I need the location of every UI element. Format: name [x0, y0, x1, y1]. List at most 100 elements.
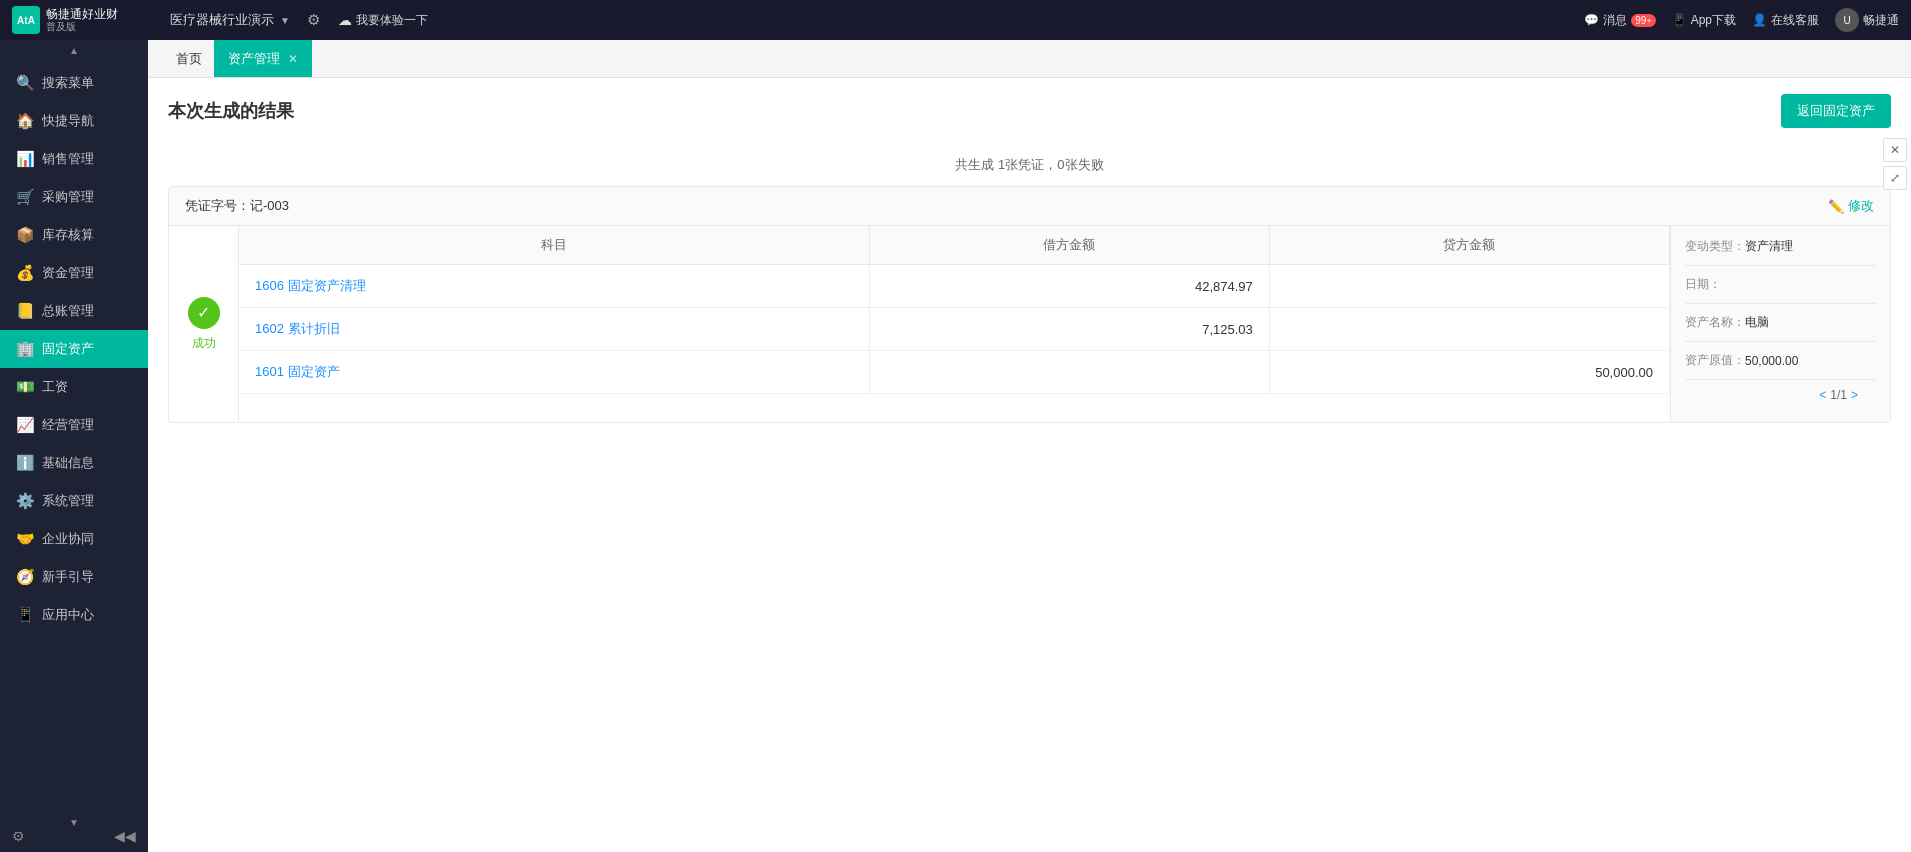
sidebar-item-label: 总账管理	[42, 302, 94, 320]
sidebar-item-label: 固定资产	[42, 340, 94, 358]
voucher-header: 凭证字号：记-003 ✏️ 修改	[169, 187, 1890, 226]
status-text: 成功	[192, 335, 216, 352]
sidebar-item-purchase[interactable]: 🛒 采购管理	[0, 178, 148, 216]
edit-icon: ✏️	[1828, 199, 1844, 214]
logo-title: 畅捷通好业财	[46, 7, 118, 21]
top-header: AtA 畅捷通好业财 普及版 医疗器械行业演示 ▼ ⚙ ☁ 我要体验一下 💬 消…	[0, 0, 1911, 40]
logo-subtitle: 普及版	[46, 21, 118, 33]
asset-name-value: 电脑	[1745, 314, 1769, 331]
page-content: ✕ ⤢ 本次生成的结果 返回固定资产 共生成 1张凭证，0张失败 凭证字号：记-…	[148, 78, 1911, 852]
page-info: 1/1	[1830, 388, 1847, 402]
expand-icon: ⤢	[1890, 171, 1900, 185]
sidebar-item-label: 基础信息	[42, 454, 94, 472]
original-value-label: 资产原值：	[1685, 352, 1745, 369]
prev-page-button[interactable]: <	[1815, 388, 1830, 402]
next-page-button[interactable]: >	[1847, 388, 1862, 402]
logo-text-area: 畅捷通好业财 普及版	[46, 7, 118, 33]
trial-button[interactable]: ☁ 我要体验一下	[338, 12, 428, 29]
ledger-icon: 📒	[16, 302, 34, 320]
panel-expand-button[interactable]: ⤢	[1883, 166, 1907, 190]
chevron-down-icon: ▼	[280, 15, 290, 26]
tab-assets[interactable]: 资产管理 ✕	[214, 40, 312, 77]
pagination: < 1/1 >	[1685, 379, 1876, 410]
sidebar-item-management[interactable]: 📈 经营管理	[0, 406, 148, 444]
sidebar-item-ledger[interactable]: 📒 总账管理	[0, 292, 148, 330]
fixed-assets-icon: 🏢	[16, 340, 34, 358]
search-icon: 🔍	[16, 74, 34, 92]
col-debit: 借方金额	[869, 226, 1269, 265]
row1-debit: 42,874.97	[869, 265, 1269, 308]
sidebar-item-label: 采购管理	[42, 188, 94, 206]
sidebar-item-funds[interactable]: 💰 资金管理	[0, 254, 148, 292]
sidebar-scroll-down[interactable]: ▼	[0, 812, 148, 832]
sidebar-item-inventory[interactable]: 📦 库存核算	[0, 216, 148, 254]
app-download-label: App下载	[1691, 12, 1736, 29]
sidebar-item-guide[interactable]: 🧭 新手引导	[0, 558, 148, 596]
logo-area: AtA 畅捷通好业财 普及版	[12, 6, 160, 34]
tab-home[interactable]: 首页	[164, 40, 214, 77]
voucher-body: ✓ 成功 科目 借方金额 贷方金额	[169, 226, 1890, 422]
guide-icon: 🧭	[16, 568, 34, 586]
voucher-number: 凭证字号：记-003	[185, 197, 289, 215]
sidebar-item-salary[interactable]: 💵 工资	[0, 368, 148, 406]
user-name: 畅捷通	[1863, 12, 1899, 29]
messages-label: 消息	[1603, 12, 1627, 29]
row3-credit: 50,000.00	[1269, 351, 1669, 394]
sidebar-item-system[interactable]: ⚙️ 系统管理	[0, 482, 148, 520]
voucher-main-table: 科目 借方金额 贷方金额 1606 固定资产清理 42,874.97	[239, 226, 1670, 422]
sidebar-scroll-up[interactable]: ▲	[0, 40, 148, 60]
sidebar-item-basic-info[interactable]: ℹ️ 基础信息	[0, 444, 148, 482]
asset-name-label: 资产名称：	[1685, 314, 1745, 331]
panel-close-button[interactable]: ✕	[1883, 138, 1907, 162]
sidebar-item-fixed-assets[interactable]: 🏢 固定资产	[0, 330, 148, 368]
date-row: 日期：	[1685, 276, 1876, 293]
info-icon: ℹ️	[16, 454, 34, 472]
app-center-icon: 📱	[16, 606, 34, 624]
change-type-row: 变动类型： 资产清理	[1685, 238, 1876, 255]
sidebar-item-sales[interactable]: 📊 销售管理	[0, 140, 148, 178]
main-layout: ▲ 🔍 搜索菜单 🏠 快捷导航 📊 销售管理 🛒 采购管理 📦 库存核算	[0, 40, 1911, 852]
funds-icon: 💰	[16, 264, 34, 282]
sidebar-item-search[interactable]: 🔍 搜索菜单	[0, 64, 148, 102]
divider	[1685, 341, 1876, 342]
sidebar-item-app-center[interactable]: 📱 应用中心	[0, 596, 148, 634]
change-type-label: 变动类型：	[1685, 238, 1745, 255]
service-icon: 👤	[1752, 13, 1767, 27]
cooperation-icon: 🤝	[16, 530, 34, 548]
panel-controls: ✕ ⤢	[1879, 134, 1911, 194]
user-area[interactable]: U 畅捷通	[1835, 8, 1899, 32]
side-info-panel: 变动类型： 资产清理 日期： 资产名称： 电脑	[1670, 226, 1890, 422]
original-value-value: 50,000.00	[1745, 354, 1798, 368]
settings-button[interactable]: ⚙	[300, 6, 328, 34]
voucher-table: 科目 借方金额 贷方金额 1606 固定资产清理 42,874.97	[239, 226, 1670, 394]
tab-close-icon[interactable]: ✕	[288, 52, 298, 66]
sidebar-item-label: 经营管理	[42, 416, 94, 434]
purchase-icon: 🛒	[16, 188, 34, 206]
app-download-button[interactable]: 📱 App下载	[1672, 12, 1736, 29]
row1-subject: 1606 固定资产清理	[239, 265, 869, 308]
company-selector[interactable]: 医疗器械行业演示 ▼	[170, 11, 290, 29]
messages-button[interactable]: 💬 消息 99+	[1584, 12, 1655, 29]
company-name: 医疗器械行业演示	[170, 11, 274, 29]
tab-assets-label: 资产管理	[228, 50, 280, 68]
row2-debit: 7,125.03	[869, 308, 1269, 351]
online-service-button[interactable]: 👤 在线客服	[1752, 12, 1819, 29]
logo-icon: AtA	[12, 6, 40, 34]
sidebar: ▲ 🔍 搜索菜单 🏠 快捷导航 📊 销售管理 🛒 采购管理 📦 库存核算	[0, 40, 148, 852]
asset-name-row: 资产名称： 电脑	[1685, 314, 1876, 331]
sidebar-item-label: 库存核算	[42, 226, 94, 244]
edit-button[interactable]: ✏️ 修改	[1828, 197, 1874, 215]
sidebar-item-label: 企业协同	[42, 530, 94, 548]
sidebar-item-quick-nav[interactable]: 🏠 快捷导航	[0, 102, 148, 140]
management-icon: 📈	[16, 416, 34, 434]
row1-credit	[1269, 265, 1669, 308]
voucher-container: 凭证字号：记-003 ✏️ 修改 ✓ 成功	[168, 186, 1891, 423]
sidebar-item-cooperation[interactable]: 🤝 企业协同	[0, 520, 148, 558]
system-icon: ⚙️	[16, 492, 34, 510]
col-credit: 贷方金额	[1269, 226, 1669, 265]
status-column: ✓ 成功	[169, 226, 239, 422]
row3-subject: 1601 固定资产	[239, 351, 869, 394]
original-value-row: 资产原值： 50,000.00	[1685, 352, 1876, 369]
home-icon: 🏠	[16, 112, 34, 130]
return-button[interactable]: 返回固定资产	[1781, 94, 1891, 128]
